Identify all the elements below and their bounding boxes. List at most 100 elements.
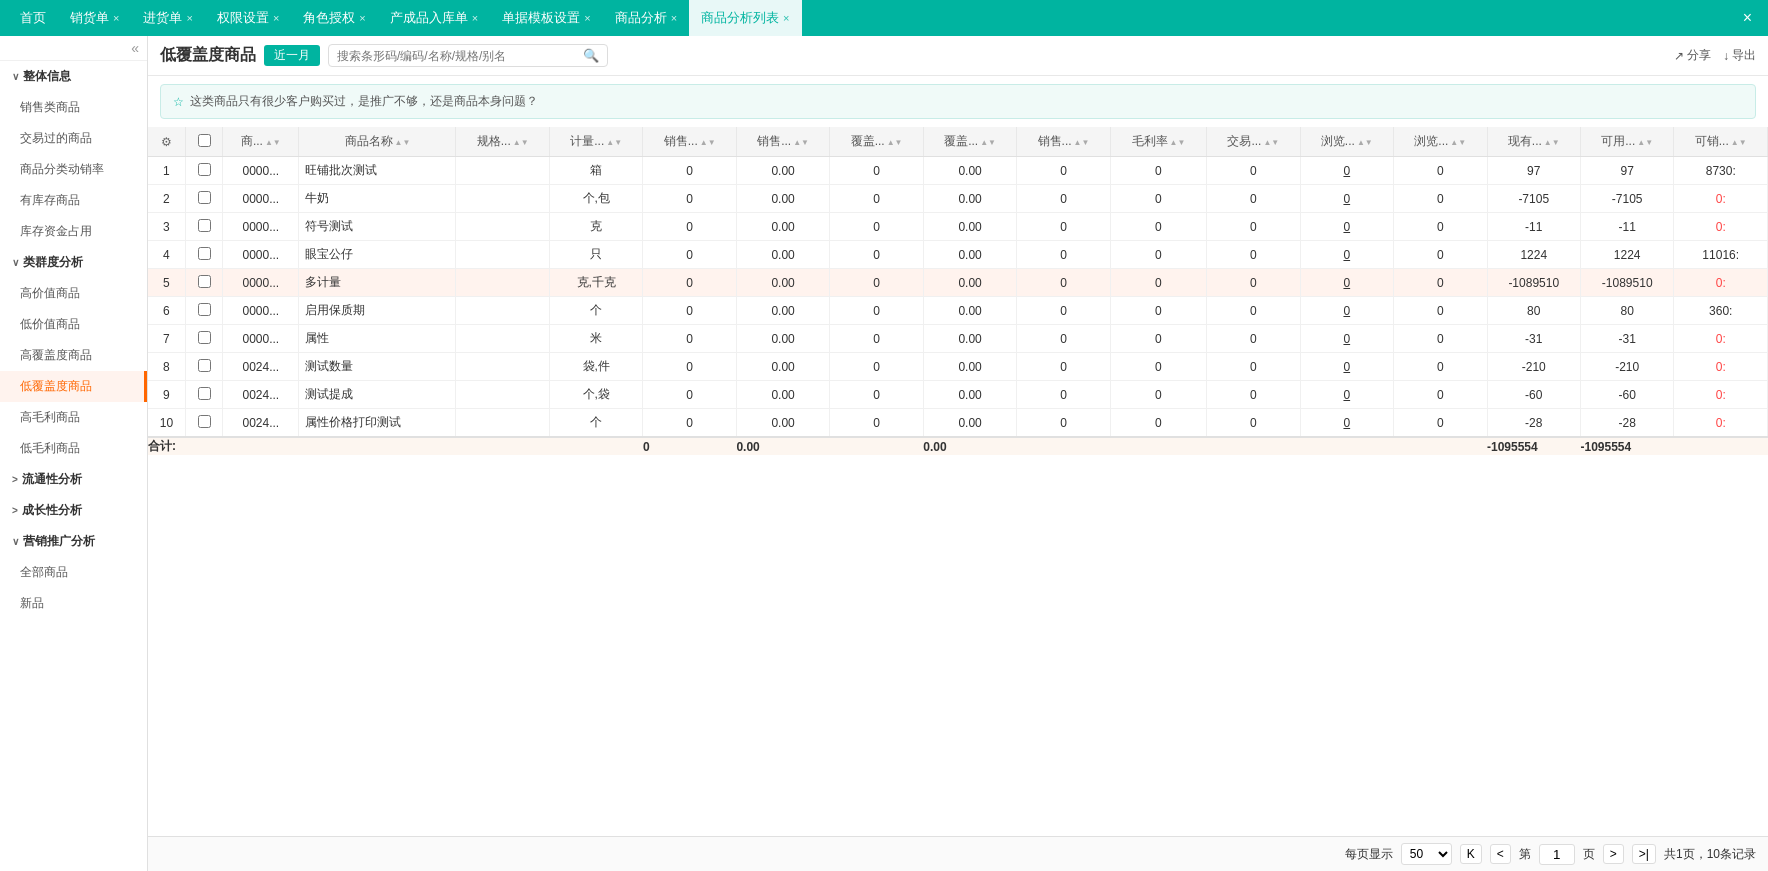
row-browse1[interactable]: 0 <box>1300 381 1393 409</box>
sort-sales1[interactable]: ▲▼ <box>700 139 716 147</box>
col-sales1[interactable]: 销售...▲▼ <box>643 127 736 157</box>
sidebar-item-low-value[interactable]: 低价值商品 <box>0 309 147 340</box>
row-checkbox-input[interactable] <box>198 415 211 428</box>
row-checkbox[interactable] <box>185 325 222 353</box>
nav-product-entry[interactable]: 产成品入库单 × <box>378 0 490 36</box>
nav-roles[interactable]: 角色授权 × <box>291 0 377 36</box>
row-checkbox-input[interactable] <box>198 219 211 232</box>
row-checkbox[interactable] <box>185 241 222 269</box>
sidebar-toggle[interactable]: « <box>0 36 147 61</box>
nav-sales[interactable]: 销货单 × <box>58 0 131 36</box>
col-spec[interactable]: 规格...▲▼ <box>456 127 549 157</box>
sort-browse2[interactable]: ▲▼ <box>1450 139 1466 147</box>
row-checkbox-input[interactable] <box>198 191 211 204</box>
data-table-container[interactable]: ⚙ 商...▲▼ 商品名称▲▼ 规格...▲▼ 计量...▲▼ 销售...▲▼ … <box>148 127 1768 836</box>
nav-analysis-close[interactable]: × <box>671 12 677 24</box>
select-all-checkbox[interactable] <box>198 134 211 147</box>
row-browse1[interactable]: 0 <box>1300 157 1393 185</box>
row-checkbox[interactable] <box>185 269 222 297</box>
sidebar-item-low-coverage[interactable]: 低覆盖度商品 <box>0 371 147 402</box>
row-browse1[interactable]: 0 <box>1300 297 1393 325</box>
sidebar-item-high-value[interactable]: 高价值商品 <box>0 278 147 309</box>
sort-name[interactable]: ▲▼ <box>395 139 411 147</box>
col-gross-rate[interactable]: 毛利率▲▼ <box>1110 127 1206 157</box>
sidebar-item-high-margin[interactable]: 高毛利商品 <box>0 402 147 433</box>
row-checkbox[interactable] <box>185 297 222 325</box>
row-checkbox-input[interactable] <box>198 163 211 176</box>
nav-template[interactable]: 单据模板设置 × <box>490 0 602 36</box>
sidebar-section-circulation[interactable]: > 流通性分析 <box>0 464 147 495</box>
col-trade[interactable]: 交易...▲▼ <box>1207 127 1300 157</box>
sort-code[interactable]: ▲▼ <box>265 139 281 147</box>
col-saleable[interactable]: 可销...▲▼ <box>1674 127 1768 157</box>
sort-gross[interactable]: ▲▼ <box>1170 139 1186 147</box>
row-checkbox-input[interactable] <box>198 303 211 316</box>
row-checkbox[interactable] <box>185 185 222 213</box>
export-button[interactable]: ↓ 导出 <box>1723 47 1756 64</box>
nav-permissions-close[interactable]: × <box>273 12 279 24</box>
row-browse1[interactable]: 0 <box>1300 213 1393 241</box>
sidebar-item-traded-goods[interactable]: 交易过的商品 <box>0 123 147 154</box>
row-checkbox[interactable] <box>185 213 222 241</box>
row-checkbox-input[interactable] <box>198 275 211 288</box>
row-checkbox[interactable] <box>185 353 222 381</box>
prev-page-button[interactable]: < <box>1490 844 1511 864</box>
nav-product-entry-close[interactable]: × <box>472 12 478 24</box>
col-browse1[interactable]: 浏览...▲▼ <box>1300 127 1393 157</box>
nav-roles-close[interactable]: × <box>359 12 365 24</box>
sidebar-item-low-margin[interactable]: 低毛利商品 <box>0 433 147 464</box>
col-code[interactable]: 商...▲▼ <box>223 127 299 157</box>
last-page-button[interactable]: >| <box>1632 844 1656 864</box>
col-name[interactable]: 商品名称▲▼ <box>299 127 456 157</box>
row-browse1[interactable]: 0 <box>1300 269 1393 297</box>
search-input[interactable] <box>337 49 579 63</box>
time-filter-button[interactable]: 近一月 <box>264 45 320 66</box>
nav-sales-close[interactable]: × <box>113 12 119 24</box>
nav-permissions[interactable]: 权限设置 × <box>205 0 291 36</box>
nav-template-close[interactable]: × <box>584 12 590 24</box>
col-coverage1[interactable]: 覆盖...▲▼ <box>830 127 923 157</box>
window-close-button[interactable]: × <box>1735 9 1760 27</box>
share-button[interactable]: ↗ 分享 <box>1674 47 1711 64</box>
settings-icon[interactable]: ⚙ <box>161 135 172 149</box>
row-checkbox[interactable] <box>185 409 222 438</box>
current-page-input[interactable] <box>1539 844 1575 865</box>
sort-unit[interactable]: ▲▼ <box>606 139 622 147</box>
row-checkbox-input[interactable] <box>198 247 211 260</box>
nav-purchase-close[interactable]: × <box>186 12 192 24</box>
sort-sales2[interactable]: ▲▼ <box>793 139 809 147</box>
col-coverage2[interactable]: 覆盖...▲▼ <box>923 127 1016 157</box>
col-sales2[interactable]: 销售...▲▼ <box>736 127 829 157</box>
sort-browse1[interactable]: ▲▼ <box>1357 139 1373 147</box>
sort-available[interactable]: ▲▼ <box>1637 139 1653 147</box>
first-page-button[interactable]: K <box>1460 844 1482 864</box>
nav-analysis[interactable]: 商品分析 × <box>603 0 689 36</box>
sort-sales3[interactable]: ▲▼ <box>1074 139 1090 147</box>
sidebar-section-overall[interactable]: ∨ 整体信息 <box>0 61 147 92</box>
nav-analysis-list-close[interactable]: × <box>783 12 789 24</box>
col-current[interactable]: 现有...▲▼ <box>1487 127 1580 157</box>
sidebar-section-growth[interactable]: > 成长性分析 <box>0 495 147 526</box>
row-checkbox-input[interactable] <box>198 359 211 372</box>
sidebar-section-cluster[interactable]: ∨ 类群度分析 <box>0 247 147 278</box>
sidebar-item-all-goods[interactable]: 全部商品 <box>0 557 147 588</box>
sidebar-item-new-goods[interactable]: 新品 <box>0 588 147 619</box>
row-checkbox[interactable] <box>185 157 222 185</box>
col-browse2[interactable]: 浏览...▲▼ <box>1394 127 1487 157</box>
sort-spec[interactable]: ▲▼ <box>513 139 529 147</box>
col-available[interactable]: 可用...▲▼ <box>1580 127 1673 157</box>
next-page-button[interactable]: > <box>1603 844 1624 864</box>
sort-coverage1[interactable]: ▲▼ <box>887 139 903 147</box>
col-settings[interactable]: ⚙ <box>148 127 185 157</box>
sidebar-item-in-stock[interactable]: 有库存商品 <box>0 185 147 216</box>
row-browse1[interactable]: 0 <box>1300 409 1393 438</box>
sort-saleable[interactable]: ▲▼ <box>1731 139 1747 147</box>
sidebar-section-marketing[interactable]: ∨ 营销推广分析 <box>0 526 147 557</box>
sort-current[interactable]: ▲▼ <box>1544 139 1560 147</box>
nav-purchase[interactable]: 进货单 × <box>131 0 204 36</box>
nav-home[interactable]: 首页 <box>8 0 58 36</box>
sidebar-item-category-rate[interactable]: 商品分类动销率 <box>0 154 147 185</box>
col-sales3[interactable]: 销售...▲▼ <box>1017 127 1110 157</box>
row-browse1[interactable]: 0 <box>1300 241 1393 269</box>
sort-trade[interactable]: ▲▼ <box>1263 139 1279 147</box>
